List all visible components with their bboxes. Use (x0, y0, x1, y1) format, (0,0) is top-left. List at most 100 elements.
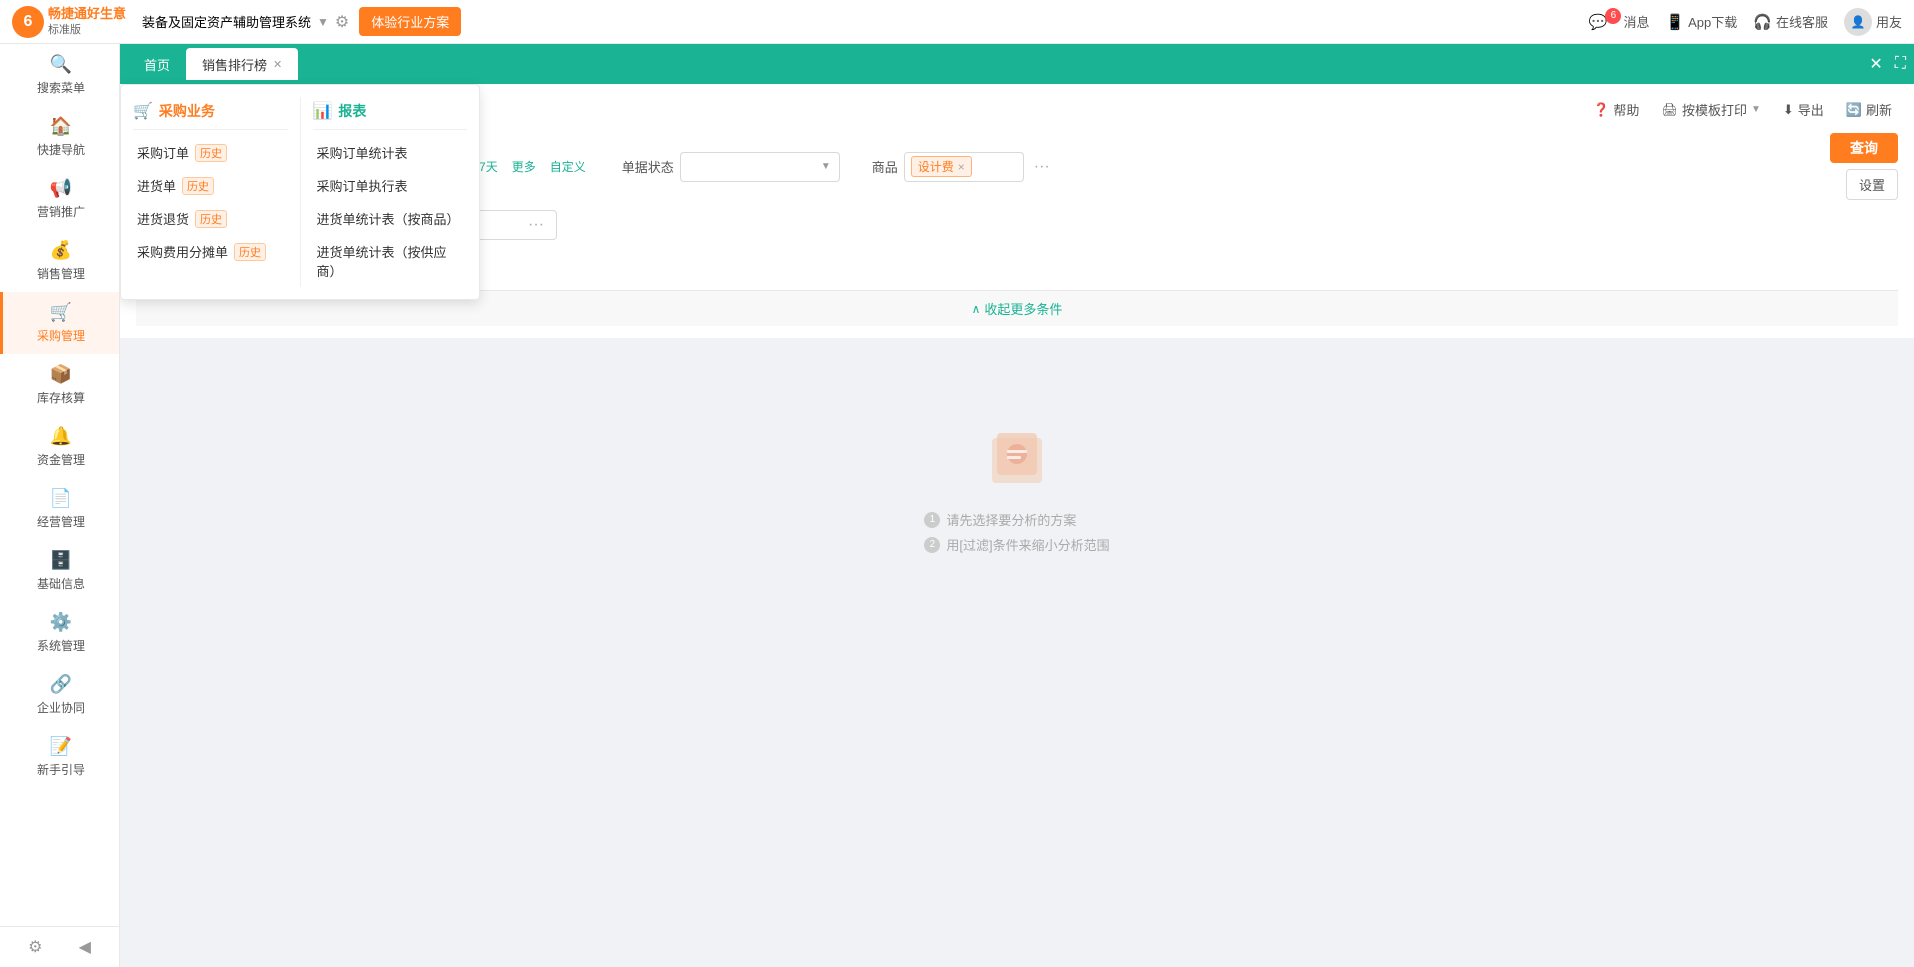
purchase-receipt-history: 历史 (182, 177, 214, 195)
tab-actions: ✕ ⛶ (1869, 54, 1906, 74)
online-label: 在线客服 (1776, 12, 1828, 31)
sidebar-label-search: 搜索菜单 (37, 79, 85, 96)
quick-date-more[interactable]: 更多 (508, 156, 540, 177)
tab-sales-rank-label: 销售排行榜 (202, 55, 267, 74)
sidebar-label-enterprise: 企业协同 (37, 699, 85, 716)
sidebar-item-marketing[interactable]: 📢 营销推广 (0, 168, 119, 230)
bill-status-label: 单据状态 (622, 157, 674, 176)
help-btn[interactable]: ❓ 帮助 (1587, 96, 1645, 123)
sidebar-item-search[interactable]: 🔍 搜索菜单 (0, 44, 119, 106)
tab-fullscreen-btn[interactable]: ⛶ (1895, 55, 1906, 73)
dropdown-item-purchase-return[interactable]: 进货退货 历史 (133, 202, 288, 235)
reports-col-label: 报表 (338, 101, 366, 121)
salesperson-more-btn[interactable]: ··· (524, 216, 548, 234)
sidebar-label-guide: 新手引导 (37, 761, 85, 778)
report-2-label: 采购订单执行表 (317, 176, 408, 195)
sidebar-label-basic: 基础信息 (37, 575, 85, 592)
sidebar-collapse-btn[interactable]: ◀ (79, 937, 91, 957)
sidebar-label-purchase: 采购管理 (37, 327, 85, 344)
export-btn[interactable]: ⬇ 导出 (1777, 96, 1830, 123)
top-header: 6 畅捷通好生意 标准版 装备及固定资产辅助管理系统 ▼ ⚙ 体验行业方案 💬 … (0, 0, 1914, 44)
dropdown-item-report-3[interactable]: 进货单统计表（按商品） (313, 202, 468, 235)
bill-status-dropdown[interactable]: ▼ (680, 152, 840, 182)
sidebar-item-purchase[interactable]: 🛒 采购管理 (0, 292, 119, 354)
purchase-return-history: 历史 (195, 210, 227, 228)
headset-icon: 🎧 (1753, 13, 1772, 31)
sidebar-item-enterprise[interactable]: 🔗 企业协同 (0, 664, 119, 726)
logo-edition: 标准版 (48, 23, 126, 37)
logo-text: 畅捷通好生意 标准版 (48, 6, 126, 37)
sidebar-label-marketing: 营销推广 (37, 203, 85, 220)
main-layout: 🔍 搜索菜单 🏠 快捷导航 📢 营销推广 💰 销售管理 🛒 采购管理 📦 库存核… (0, 44, 1914, 967)
tab-sales-rank[interactable]: 销售排行榜 ✕ (186, 48, 298, 80)
product-tag-close[interactable]: × (958, 160, 965, 174)
tab-close-icon[interactable]: ✕ (273, 58, 282, 71)
dropdown-cols: 🛒 采购业务 采购订单 历史 进货单 历史 进货退货 历史 (121, 97, 479, 287)
print-icon: 🖨 (1661, 102, 1678, 118)
settings-gear-icon[interactable]: ⚙ (335, 12, 349, 32)
product-tag-label: 设计费 (918, 158, 954, 175)
refresh-icon: 🔄 (1846, 102, 1862, 118)
dropdown-item-purchase-order[interactable]: 采购订单 历史 (133, 136, 288, 169)
purchase-order-label: 采购订单 (137, 143, 189, 162)
sidebar-item-inventory[interactable]: 📦 库存核算 (0, 354, 119, 416)
refresh-label: 刷新 (1866, 100, 1892, 119)
dropdown-arrow-icon[interactable]: ▼ (317, 15, 329, 29)
purchase-receipt-label: 进货单 (137, 176, 176, 195)
tab-bar: 首页 销售排行榜 ✕ ✕ ⛶ (120, 44, 1914, 84)
collapse-up-icon: ∧ (972, 302, 981, 316)
product-tag: 设计费 × (911, 156, 972, 177)
tab-close-btn[interactable]: ✕ (1869, 54, 1882, 74)
dropdown-item-report-4[interactable]: 进货单统计表（按供应商） (313, 235, 468, 287)
quick-date-custom[interactable]: 自定义 (546, 156, 590, 177)
avatar: 👤 (1844, 8, 1872, 36)
sidebar-bottom: ⚙ ◀ (0, 926, 119, 967)
purchase-icon: 🛒 (50, 302, 72, 323)
purchase-col-icon: 🛒 (133, 101, 153, 121)
query-btn[interactable]: 查询 (1830, 133, 1898, 163)
sidebar-item-quick-nav[interactable]: 🏠 快捷导航 (0, 106, 119, 168)
sidebar-item-operation[interactable]: 📄 经营管理 (0, 478, 119, 540)
marketing-icon: 📢 (50, 178, 72, 199)
user-label: 用友 (1876, 12, 1902, 31)
sidebar-settings-btn[interactable]: ⚙ (28, 937, 42, 957)
sidebar: 🔍 搜索菜单 🏠 快捷导航 📢 营销推广 💰 销售管理 🛒 采购管理 📦 库存核… (0, 44, 120, 967)
refresh-btn[interactable]: 🔄 刷新 (1840, 96, 1898, 123)
dropdown-item-report-2[interactable]: 采购订单执行表 (313, 169, 468, 202)
print-dropdown-icon: ▼ (1751, 104, 1761, 115)
enterprise-icon: 🔗 (50, 674, 72, 695)
system-icon: ⚙️ (50, 612, 72, 633)
empty-state: 1 请先选择要分析的方案 2 用[过滤]条件来缩小分析范围 (120, 338, 1914, 634)
product-label: 商品 (872, 157, 898, 176)
print-label: 按模板打印 (1682, 100, 1747, 119)
export-label: 导出 (1798, 100, 1824, 119)
purchase-col-label: 采购业务 (159, 101, 215, 121)
sidebar-item-system[interactable]: ⚙️ 系统管理 (0, 602, 119, 664)
sidebar-item-sales[interactable]: 💰 销售管理 (0, 230, 119, 292)
dropdown-item-report-1[interactable]: 采购订单统计表 (313, 136, 468, 169)
help-icon: ❓ (1593, 102, 1609, 118)
basic-icon: 🗄️ (50, 550, 72, 571)
app-download-btn[interactable]: 📱 App下载 (1665, 12, 1737, 31)
product-more-btn[interactable]: ··· (1030, 158, 1054, 176)
user-btn[interactable]: 👤 用友 (1844, 8, 1902, 36)
dropdown-item-purchase-expense[interactable]: 采购费用分摊单 历史 (133, 235, 288, 268)
tab-home-label: 首页 (144, 55, 170, 74)
message-btn[interactable]: 💬 6 消息 (1589, 12, 1650, 31)
tab-home[interactable]: 首页 (128, 48, 186, 80)
settings-btn[interactable]: 设置 (1846, 169, 1898, 200)
purchase-return-label: 进货退货 (137, 209, 189, 228)
purchase-expense-label: 采购费用分摊单 (137, 242, 228, 261)
online-service-btn[interactable]: 🎧 在线客服 (1753, 12, 1828, 31)
industry-btn[interactable]: 体验行业方案 (359, 7, 461, 36)
product-input-area[interactable]: 设计费 × (904, 152, 1024, 182)
print-btn[interactable]: 🖨 按模板打印 ▼ (1655, 96, 1766, 123)
purchase-dropdown-menu: 🛒 采购业务 采购订单 历史 进货单 历史 进货退货 历史 (120, 84, 480, 300)
dropdown-item-purchase-receipt[interactable]: 进货单 历史 (133, 169, 288, 202)
sidebar-item-basic[interactable]: 🗄️ 基础信息 (0, 540, 119, 602)
purchase-expense-history: 历史 (234, 243, 266, 261)
sidebar-item-finance[interactable]: 🔔 资金管理 (0, 416, 119, 478)
message-badge: 6 (1605, 8, 1621, 24)
inventory-icon: 📦 (50, 364, 72, 385)
sidebar-item-guide[interactable]: 📝 新手引导 (0, 726, 119, 788)
